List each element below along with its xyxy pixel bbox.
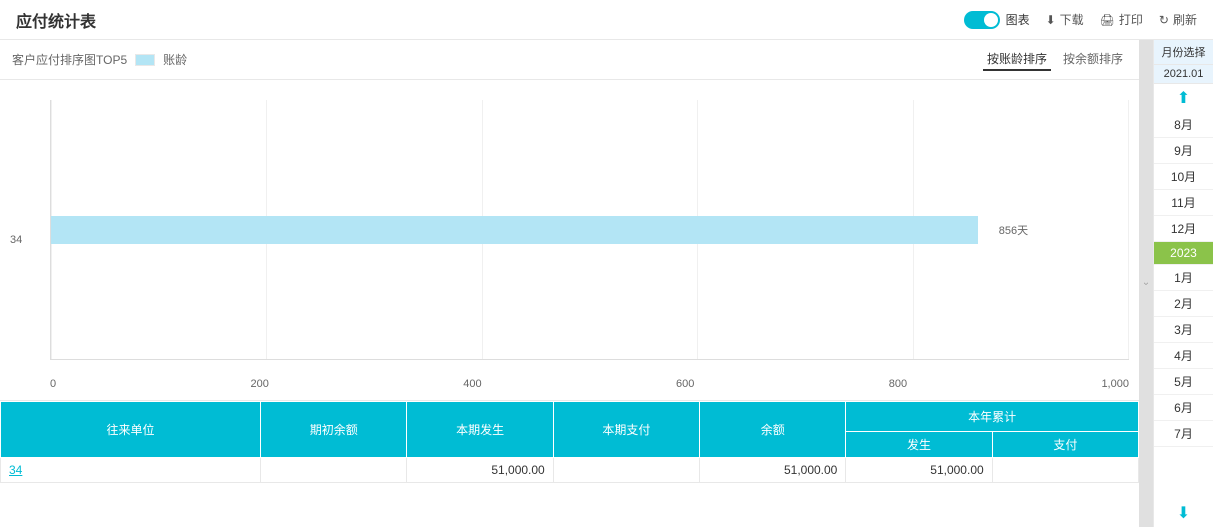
month-item-10[interactable]: 10月 (1154, 164, 1213, 190)
chart-title: 客户应付排序图TOP5 (12, 51, 127, 68)
month-item-year-2023[interactable]: 2023 (1154, 242, 1213, 265)
month-item-5[interactable]: 5月 (1154, 369, 1213, 395)
cell-ytd-occur: 51,000.00 (846, 458, 992, 483)
month-item-1[interactable]: 1月 (1154, 265, 1213, 291)
month-item-7[interactable]: 7月 (1154, 421, 1213, 447)
month-item-9[interactable]: 9月 (1154, 138, 1213, 164)
download-label: 下载 (1060, 11, 1084, 28)
x-tick-4: 800 (889, 378, 907, 390)
data-table-section: 往来单位 期初余额 本期发生 本期支付 余额 本年累计 发生 支付 (0, 400, 1139, 483)
legend-box (135, 54, 155, 66)
page-title: 应付统计表 (16, 8, 96, 32)
col-header-ytd: 本年累计 (846, 402, 1139, 432)
cell-balance: 51,000.00 (700, 458, 846, 483)
sort-buttons: 按账龄排序 按余额排序 (983, 48, 1127, 71)
chart-legend: 客户应付排序图TOP5 账龄 (12, 51, 187, 68)
print-button[interactable]: 🖨 打印 (1100, 11, 1143, 28)
header-actions: 图表 ⬇ 下载 🖨 打印 ↻ 刷新 (964, 11, 1197, 29)
chevron-right-icon: › (1141, 282, 1152, 285)
col-header-balance: 余额 (700, 402, 846, 458)
month-item-6[interactable]: 6月 (1154, 395, 1213, 421)
month-item-11[interactable]: 11月 (1154, 190, 1213, 216)
col-header-unit: 往来单位 (1, 402, 261, 458)
month-item-8[interactable]: 8月 (1154, 112, 1213, 138)
toggle-label: 图表 (1006, 11, 1030, 28)
month-current-value: 2021.01 (1154, 65, 1213, 84)
chevron-down-icon: ⬇ (1177, 503, 1190, 523)
x-tick-5: 1,000 (1101, 378, 1129, 390)
refresh-label: 刷新 (1173, 11, 1197, 28)
cell-ytd-pay (992, 458, 1138, 483)
print-label: 打印 (1119, 11, 1143, 28)
month-nav-up-btn[interactable]: ⬆ (1154, 84, 1213, 112)
unit-link[interactable]: 34 (9, 463, 22, 477)
x-tick-3: 600 (676, 378, 694, 390)
cell-opening (261, 458, 407, 483)
col-header-ytd-occur: 发生 (846, 432, 992, 458)
col-header-opening: 期初余额 (261, 402, 407, 458)
table-row: 34 51,000.00 51,000.00 51,000.00 (1, 458, 1139, 483)
refresh-button[interactable]: ↻ 刷新 (1159, 11, 1197, 28)
col-header-ytd-pay: 支付 (992, 432, 1138, 458)
sort-by-balance-btn[interactable]: 按余额排序 (1059, 48, 1127, 71)
plot-area: 856天 (50, 100, 1129, 360)
table-wrapper: 往来单位 期初余额 本期发生 本期支付 余额 本年累计 发生 支付 (0, 401, 1139, 483)
x-tick-1: 200 (251, 378, 269, 390)
cell-period-pay (553, 458, 699, 483)
month-sidebar-header: 月份选择 (1154, 40, 1213, 65)
month-item-3[interactable]: 3月 (1154, 317, 1213, 343)
month-sidebar: 月份选择 2021.01 ⬆ 8月 9月 10月 11月 12月 2023 1月… (1153, 40, 1213, 527)
bar-0: 856天 (51, 216, 978, 244)
x-tick-2: 400 (463, 378, 481, 390)
sort-by-account-btn[interactable]: 按账龄排序 (983, 48, 1051, 71)
month-item-12[interactable]: 12月 (1154, 216, 1213, 242)
cell-period-occur: 51,000.00 (407, 458, 553, 483)
month-item-4[interactable]: 4月 (1154, 343, 1213, 369)
chevron-up-icon: ⬆ (1177, 88, 1190, 108)
month-list: 8月 9月 10月 11月 12月 2023 1月 2月 3月 4月 5月 6月… (1154, 112, 1213, 499)
x-tick-0: 0 (50, 378, 56, 390)
col-header-period-occur: 本期发生 (407, 402, 553, 458)
x-axis: 0 200 400 600 800 1,000 (50, 378, 1129, 390)
month-item-2[interactable]: 2月 (1154, 291, 1213, 317)
print-icon: 🖨 (1100, 13, 1115, 27)
toggle-switch[interactable] (964, 11, 1000, 29)
y-axis-label: 34 (10, 234, 22, 246)
download-icon: ⬇ (1046, 13, 1056, 27)
bar-0-label: 856天 (999, 222, 1028, 238)
chart-body: 34 856天 (0, 80, 1139, 400)
chart-toggle[interactable]: 图表 (964, 11, 1030, 29)
col-header-period-pay: 本期支付 (553, 402, 699, 458)
data-table: 往来单位 期初余额 本期发生 本期支付 余额 本年累计 发生 支付 (0, 401, 1139, 483)
sidebar-collapse-btn[interactable]: › (1139, 40, 1153, 527)
legend-label: 账龄 (163, 51, 187, 68)
cell-unit: 34 (1, 458, 261, 483)
month-nav-down-btn[interactable]: ⬇ (1154, 499, 1213, 527)
download-button[interactable]: ⬇ 下载 (1046, 11, 1084, 28)
refresh-icon: ↻ (1159, 13, 1169, 27)
